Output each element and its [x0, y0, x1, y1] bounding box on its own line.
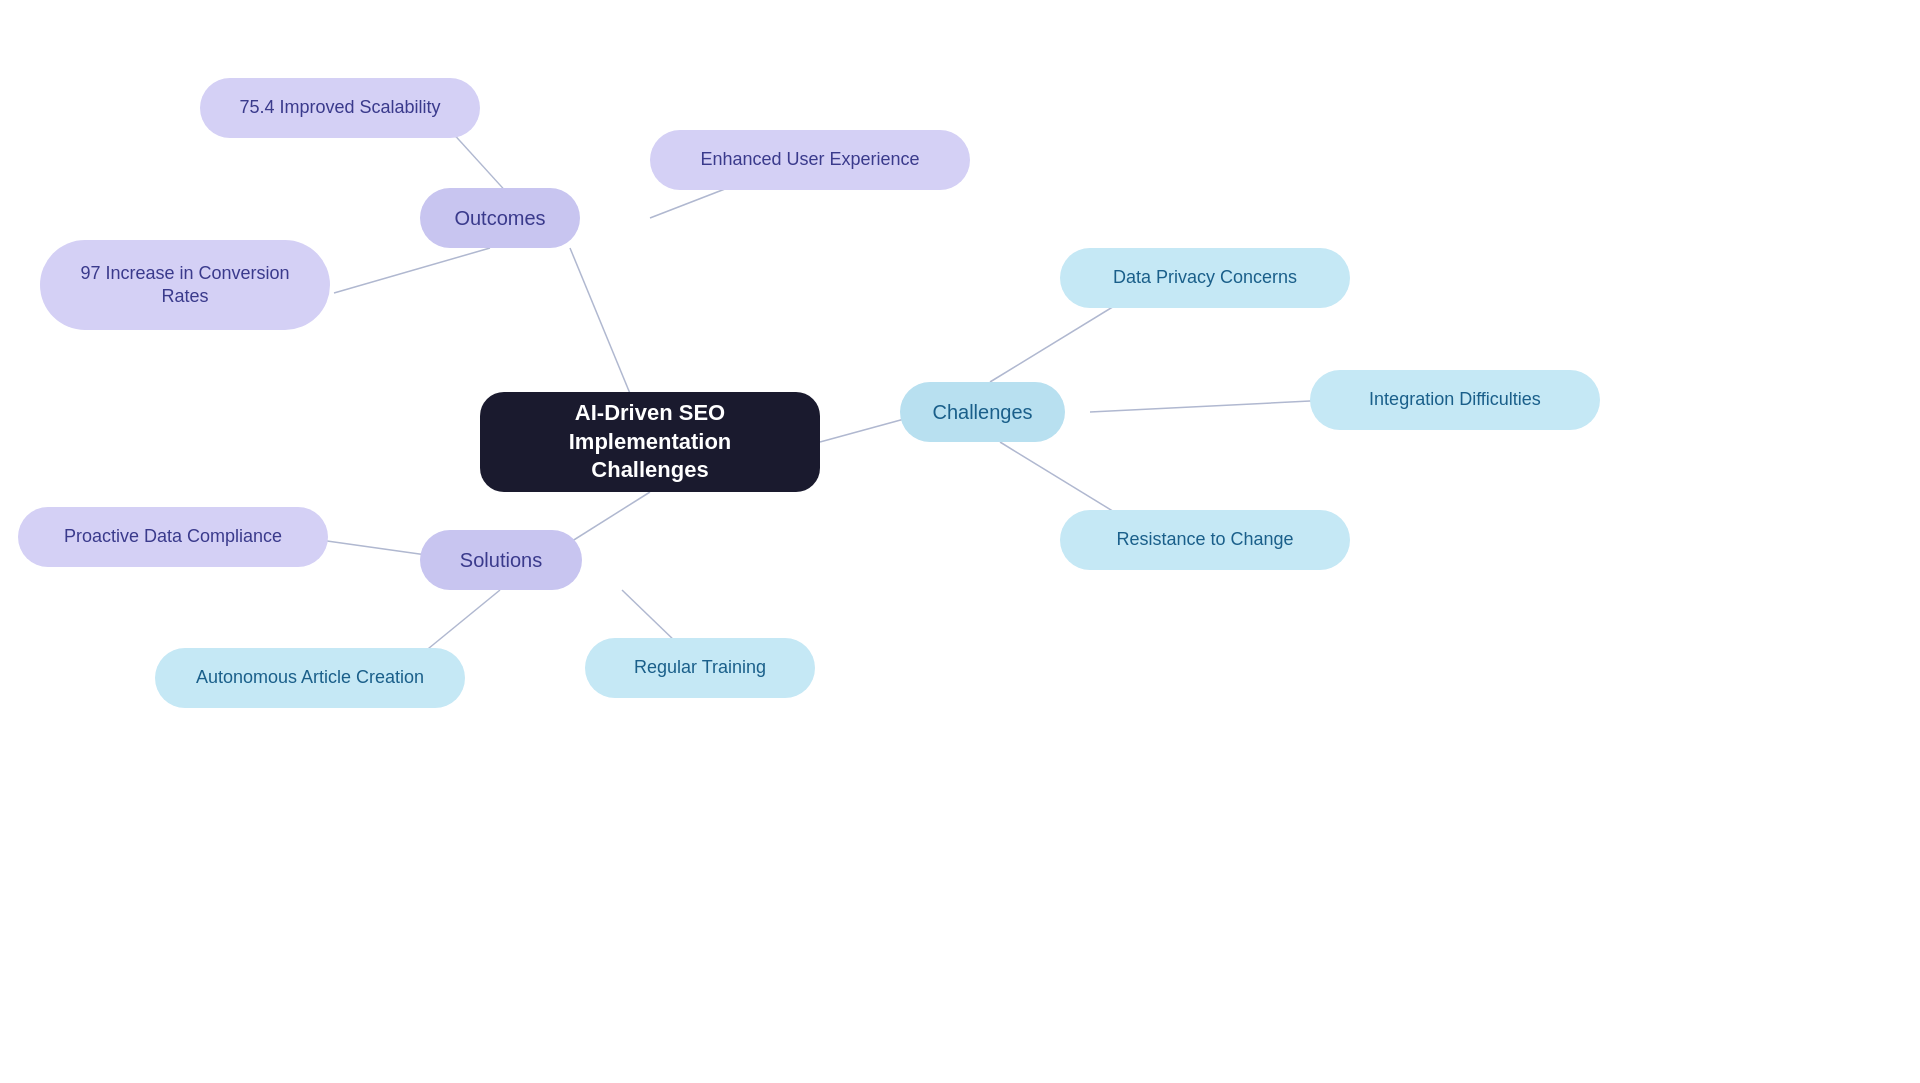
integration-label: Integration Difficulties — [1369, 388, 1541, 411]
proactive-node: Proactive Data Compliance — [18, 507, 328, 567]
article-label: Autonomous Article Creation — [196, 666, 424, 689]
data-privacy-node: Data Privacy Concerns — [1060, 248, 1350, 308]
integration-node: Integration Difficulties — [1310, 370, 1600, 430]
resistance-node: Resistance to Change — [1060, 510, 1350, 570]
article-node: Autonomous Article Creation — [155, 648, 465, 708]
challenges-label: Challenges — [932, 399, 1032, 425]
user-experience-label: Enhanced User Experience — [700, 148, 919, 171]
user-experience-node: Enhanced User Experience — [650, 130, 970, 190]
proactive-label: Proactive Data Compliance — [64, 525, 282, 548]
training-label: Regular Training — [634, 656, 766, 679]
svg-line-7 — [1090, 400, 1330, 412]
resistance-label: Resistance to Change — [1116, 528, 1293, 551]
conversion-node: 97 Increase in Conversion Rates — [40, 240, 330, 330]
center-label: AI-Driven SEO Implementation Challenges — [508, 399, 792, 485]
conversion-label: 97 Increase in Conversion Rates — [68, 262, 302, 309]
data-privacy-label: Data Privacy Concerns — [1113, 266, 1297, 289]
outcomes-node: Outcomes — [420, 188, 580, 248]
center-node: AI-Driven SEO Implementation Challenges — [480, 392, 820, 492]
outcomes-label: Outcomes — [454, 205, 545, 231]
training-node: Regular Training — [585, 638, 815, 698]
svg-line-4 — [334, 248, 490, 293]
scalability-node: 75.4 Improved Scalability — [200, 78, 480, 138]
solutions-node: Solutions — [420, 530, 582, 590]
scalability-label: 75.4 Improved Scalability — [239, 96, 440, 119]
solutions-label: Solutions — [460, 547, 542, 573]
challenges-node: Challenges — [900, 382, 1065, 442]
